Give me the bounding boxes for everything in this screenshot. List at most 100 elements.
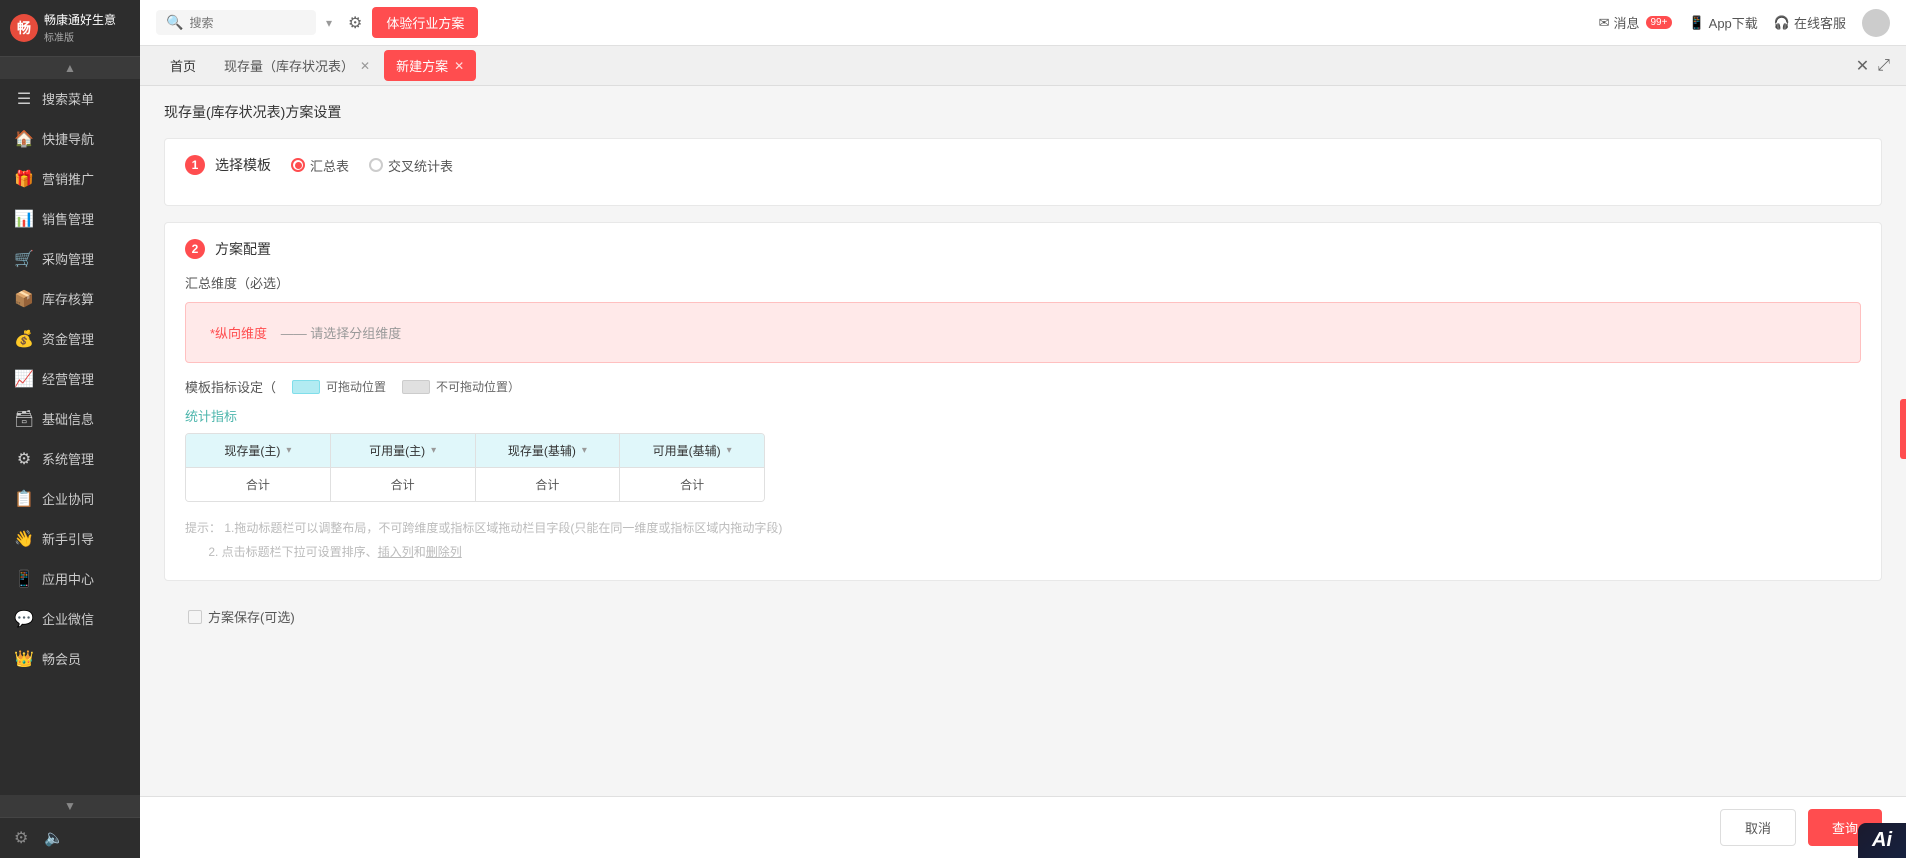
- mobile-icon: 📱: [1688, 15, 1704, 31]
- message-button[interactable]: ✉ 消息 99+: [1599, 13, 1673, 32]
- logo-icon: 畅: [10, 14, 38, 42]
- radio-cross[interactable]: 交叉统计表: [369, 156, 453, 175]
- stats-col-2-header: 可用量(主) ▾: [331, 434, 475, 468]
- sidebar-item-finance[interactable]: 💰 资金管理: [0, 319, 140, 359]
- search-box[interactable]: 🔍: [156, 10, 316, 35]
- stats-body-col-1-value: 合计: [186, 468, 330, 501]
- sidebar-scroll-down[interactable]: ▼: [0, 795, 140, 817]
- radio-summary-dot: [291, 158, 305, 172]
- sidebar-item-newbie[interactable]: 👋 新手引导: [0, 519, 140, 559]
- volume-icon[interactable]: 🔈: [44, 828, 64, 848]
- step2-header: 2 方案配置: [185, 239, 1861, 259]
- sidebar-item-label: 畅会员: [42, 649, 81, 668]
- stats-col-1-dropdown[interactable]: ▾: [286, 445, 291, 456]
- sidebar-scroll-up[interactable]: ▲: [0, 57, 140, 79]
- sidebar-item-search-menu[interactable]: ☰ 搜索菜单: [0, 79, 140, 119]
- sidebar-item-quick-nav[interactable]: 🏠 快捷导航: [0, 119, 140, 159]
- tab-home-label: 首页: [170, 56, 196, 75]
- sidebar-item-purchase[interactable]: 🛒 采购管理: [0, 239, 140, 279]
- sidebar-item-app-center[interactable]: 📱 应用中心: [0, 559, 140, 599]
- gift-icon: 🎁: [14, 169, 34, 189]
- trial-button[interactable]: 体验行业方案: [372, 7, 478, 38]
- cancel-button[interactable]: 取消: [1720, 809, 1796, 846]
- tab-new-scheme[interactable]: 新建方案 ✕: [384, 50, 476, 81]
- close-tab-action-button[interactable]: ✕: [1856, 56, 1869, 76]
- member-icon: 👑: [14, 649, 34, 669]
- stats-col-3-dropdown[interactable]: ▾: [582, 445, 587, 456]
- dimension-area[interactable]: *纵向维度 —— 请选择分组维度: [185, 302, 1861, 363]
- tip-1: 提示： 1.拖动标题栏可以调整布局，不可跨维度或指标区域拖动栏目字段(只能在同一…: [185, 516, 1861, 540]
- dimension-required-label: *纵向维度: [210, 326, 267, 341]
- app-icon: 📱: [14, 569, 34, 589]
- dimension-placeholder: —— 请选择分组维度: [281, 326, 402, 341]
- chevron-down-icon[interactable]: ▾: [326, 16, 332, 30]
- app-logo: 畅 畅康通好生意 标准版: [0, 0, 140, 57]
- tab-inventory-close-icon[interactable]: ✕: [360, 59, 370, 73]
- sidebar-item-operations[interactable]: 📈 经营管理: [0, 359, 140, 399]
- system-icon: ⚙: [14, 449, 34, 469]
- sidebar-item-label: 营销推广: [42, 169, 94, 188]
- save-checkbox-label[interactable]: 方案保存(可选): [188, 607, 1858, 626]
- indicator-label: 模板指标设定（: [185, 377, 276, 396]
- bottom-bar: 取消 查询: [140, 796, 1906, 858]
- sidebar-item-label: 基础信息: [42, 409, 94, 428]
- sidebar-item-label: 企业微信: [42, 609, 94, 628]
- stats-table-header: 现存量(主) ▾ 可用量(主) ▾ 现存量(基辅: [186, 434, 764, 468]
- radio-summary[interactable]: 汇总表: [291, 156, 349, 175]
- message-label: 消息: [1613, 13, 1639, 32]
- contract-icon: 📋: [14, 489, 34, 509]
- user-avatar[interactable]: [1862, 9, 1890, 37]
- stats-col-1-label: 现存量(主): [224, 442, 280, 459]
- stats-col-1: 现存量(主) ▾: [186, 434, 331, 468]
- sidebar-item-marketing[interactable]: 🎁 营销推广: [0, 159, 140, 199]
- non-draggable-label: 不可拖动位置）: [436, 378, 520, 395]
- stats-col-2-label: 可用量(主): [369, 442, 425, 459]
- sidebar-item-label: 采购管理: [42, 249, 94, 268]
- save-label: 方案保存(可选): [208, 607, 295, 626]
- stats-col-3-header: 现存量(基辅) ▾: [476, 434, 620, 468]
- tab-new-scheme-close-icon[interactable]: ✕: [454, 59, 464, 73]
- sidebar-bottom: ⚙ 🔈: [0, 817, 140, 858]
- stats-col-4-label: 可用量(基辅): [653, 442, 721, 459]
- step2-title: 方案配置: [215, 239, 271, 259]
- settings-bottom-icon[interactable]: ⚙: [14, 828, 28, 848]
- stats-title: 统计指标: [185, 406, 1861, 425]
- sidebar: 畅 畅康通好生意 标准版 ▲ ☰ 搜索菜单 🏠 快捷导航 🎁 营销推广 📊 销售…: [0, 0, 140, 858]
- sidebar-item-system[interactable]: ⚙ 系统管理: [0, 439, 140, 479]
- content-area: 现存量(库存状况表)方案设置 1 选择模板 汇总表 交叉统计表: [140, 86, 1906, 796]
- sidebar-menu: ☰ 搜索菜单 🏠 快捷导航 🎁 营销推广 📊 销售管理 🛒 采购管理 📦 库存核…: [0, 79, 140, 795]
- content-footer: 方案保存(可选): [164, 597, 1882, 626]
- sidebar-item-inventory[interactable]: 📦 库存核算: [0, 279, 140, 319]
- save-checkbox[interactable]: [188, 610, 202, 624]
- newbie-icon: 👋: [14, 529, 34, 549]
- search-input[interactable]: [189, 16, 306, 30]
- gear-icon[interactable]: ⚙: [348, 13, 362, 33]
- sidebar-item-member[interactable]: 👑 畅会员: [0, 639, 140, 679]
- tip-insert-link: 插入列: [378, 545, 414, 559]
- ai-float-button[interactable]: Ai: [1858, 823, 1906, 858]
- sidebar-item-sales[interactable]: 📊 销售管理: [0, 199, 140, 239]
- message-icon: ✉: [1599, 15, 1610, 31]
- sidebar-item-contract[interactable]: 📋 企业协同: [0, 479, 140, 519]
- tab-inventory-status[interactable]: 现存量（库存状况表） ✕: [210, 48, 384, 83]
- tab-actions: ✕ ⤢: [1856, 56, 1890, 76]
- tab-inventory-label: 现存量（库存状况表）: [224, 56, 354, 75]
- sidebar-item-wechat[interactable]: 💬 企业微信: [0, 599, 140, 639]
- stats-body-col-3: 合计: [476, 468, 621, 501]
- dimension-label: 汇总维度（必选）: [185, 273, 1861, 292]
- home-icon: 🏠: [14, 129, 34, 149]
- stats-body-col-2: 合计: [331, 468, 476, 501]
- online-service-button[interactable]: 🎧 在线客服: [1774, 13, 1846, 32]
- tab-home[interactable]: 首页: [156, 48, 210, 83]
- stats-col-4-dropdown[interactable]: ▾: [727, 445, 732, 456]
- stats-col-2-dropdown[interactable]: ▾: [431, 445, 436, 456]
- headset-icon: 🎧: [1774, 15, 1790, 31]
- sidebar-item-label: 系统管理: [42, 449, 94, 468]
- app-download-button[interactable]: 📱 App下载: [1688, 13, 1757, 32]
- tabs-bar: 首页 现存量（库存状况表） ✕ 新建方案 ✕ ✕ ⤢: [140, 46, 1906, 86]
- sidebar-item-base-info[interactable]: 🗃 基础信息: [0, 399, 140, 439]
- search-menu-icon: ☰: [14, 89, 34, 109]
- wechat-icon: 💬: [14, 609, 34, 629]
- message-badge: 99+: [1646, 16, 1673, 29]
- expand-tab-action-button[interactable]: ⤢: [1877, 56, 1890, 76]
